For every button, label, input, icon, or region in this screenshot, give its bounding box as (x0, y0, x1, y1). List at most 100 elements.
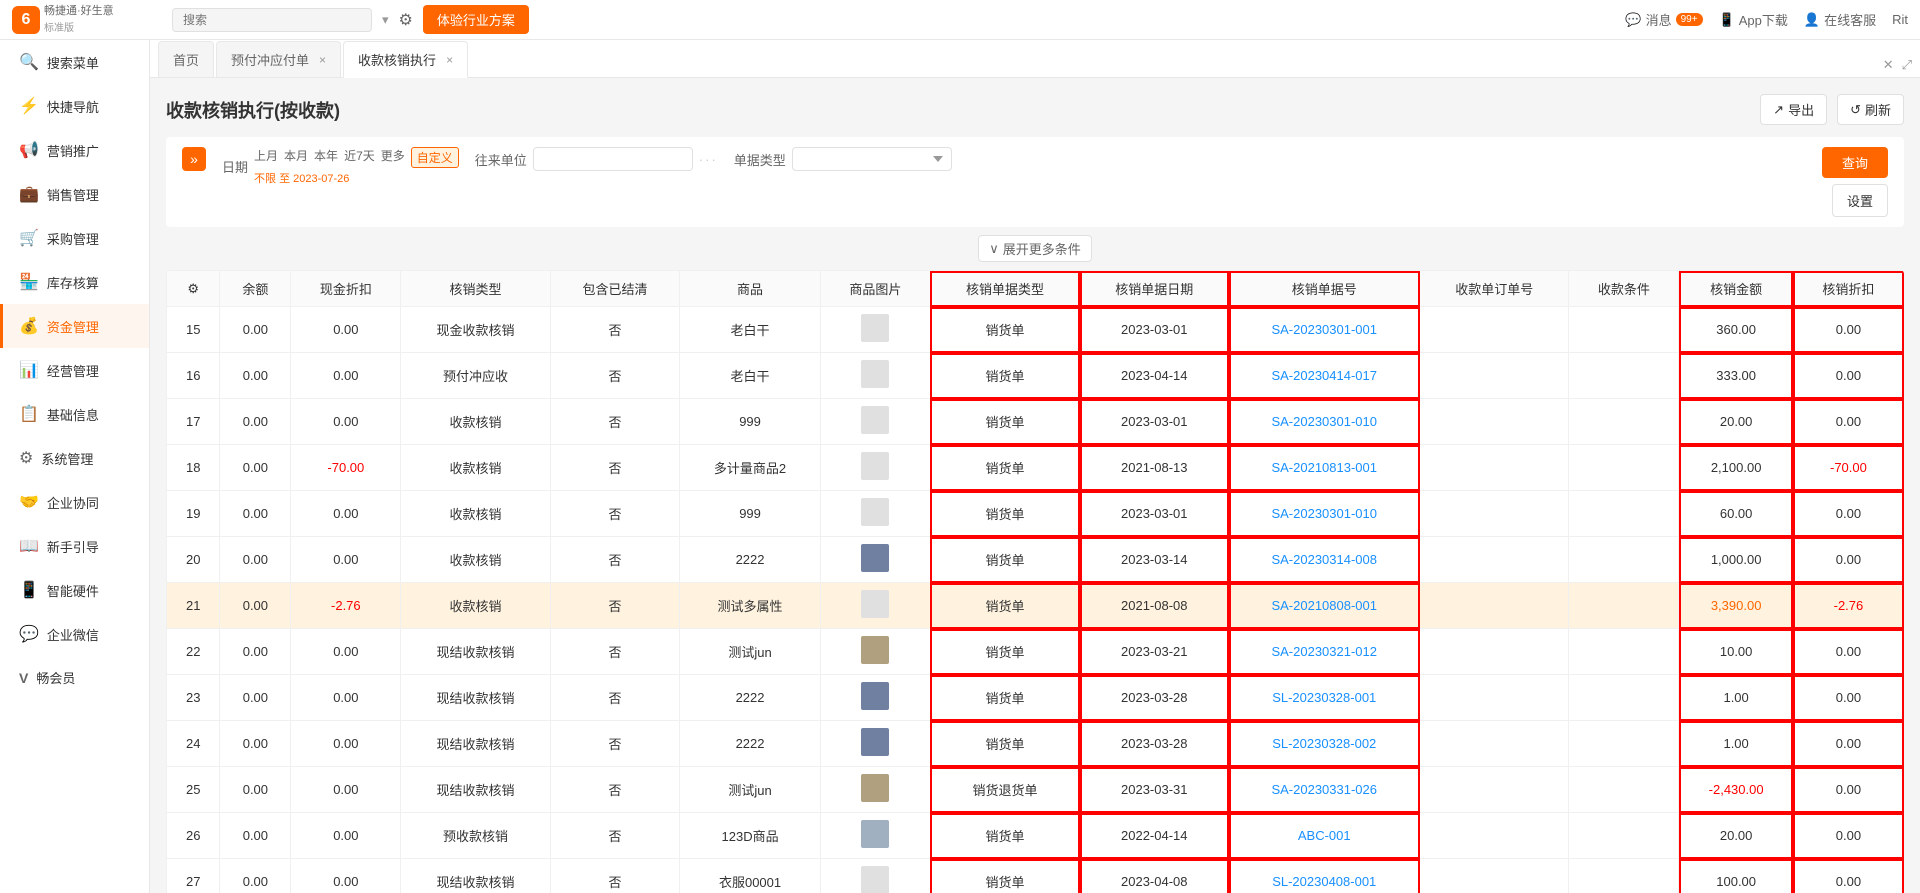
sidebar-label-marketing: 营销推广 (47, 141, 99, 160)
bill-no-link[interactable]: SA-20230414-017 (1271, 368, 1377, 383)
system-icon: ⚙ (19, 448, 33, 468)
sidebar-item-basic[interactable]: 📋 基础信息 (0, 392, 149, 436)
sidebar-item-operation[interactable]: 📊 经营管理 (0, 348, 149, 392)
cell-bill-no[interactable]: SL-20230408-001 (1229, 859, 1420, 893)
sidebar-item-system[interactable]: ⚙ 系统管理 (0, 436, 149, 480)
cell-num: 20 (167, 537, 220, 583)
expand-icon: ∨ (989, 241, 999, 257)
date-7days[interactable]: 近7天 (344, 147, 375, 168)
expand-more-btn[interactable]: ∨ 展开更多条件 (978, 235, 1092, 262)
cell-receipt-order-no (1420, 399, 1569, 445)
cell-bill-no[interactable]: SA-20230414-017 (1229, 353, 1420, 399)
online-service-btn[interactable]: 👤 在线客服 (1804, 10, 1876, 29)
service-icon: 👤 (1804, 12, 1820, 28)
cell-bill-no[interactable]: SA-20230301-001 (1229, 307, 1420, 353)
user-name-btn[interactable]: Rit (1892, 12, 1908, 27)
date-this-month[interactable]: 本月 (284, 147, 308, 168)
col-header-gear[interactable]: ⚙ (167, 271, 220, 307)
table-header-row: ⚙ 余额 现金折扣 核销类型 包含已结清 商品 商品图片 核销单据类型 核销单据… (167, 271, 1904, 307)
sidebar-item-shortcut[interactable]: ⚡ 快捷导航 (0, 84, 149, 128)
cell-receipt-order-no (1420, 859, 1569, 893)
sidebar-item-sales[interactable]: 💼 销售管理 (0, 172, 149, 216)
date-last-month[interactable]: 上月 (254, 147, 278, 168)
cell-bill-date: 2023-04-14 (1080, 353, 1229, 399)
bill-no-link[interactable]: SL-20230328-001 (1272, 690, 1376, 705)
sidebar-item-purchase[interactable]: 🛒 采购管理 (0, 216, 149, 260)
tab-prepay[interactable]: 预付冲应付单 × (216, 41, 341, 77)
bill-no-link[interactable]: SA-20230301-010 (1271, 506, 1377, 521)
cell-bill-no[interactable]: SA-20230331-026 (1229, 767, 1420, 813)
tab-expand-icon[interactable]: ⤢ (1902, 57, 1912, 73)
cell-bill-date: 2023-03-14 (1080, 537, 1229, 583)
cell-bill-no[interactable]: SA-20210813-001 (1229, 445, 1420, 491)
query-btn[interactable]: 查询 (1822, 147, 1888, 178)
cell-goods-img (820, 767, 930, 813)
bill-type-select[interactable] (792, 147, 952, 171)
cell-bill-no[interactable]: SA-20210808-001 (1229, 583, 1420, 629)
sidebar-item-finance[interactable]: 💰 资金管理 (0, 304, 149, 348)
filter-settings-btn[interactable]: 设置 (1832, 184, 1888, 217)
bill-no-link[interactable]: SA-20230301-001 (1271, 322, 1377, 337)
refresh-btn[interactable]: ↺ 刷新 (1837, 94, 1904, 125)
bill-no-link[interactable]: SL-20230408-001 (1272, 874, 1376, 889)
cell-receipt-order-no (1420, 445, 1569, 491)
sidebar-item-hardware[interactable]: 📱 智能硬件 (0, 568, 149, 612)
cell-balance: 0.00 (220, 767, 291, 813)
table-row: 16 0.00 0.00 预付冲应收 否 老白干 销货单 2023-04-14 … (167, 353, 1904, 399)
cell-receipt-order-no (1420, 675, 1569, 721)
cell-bill-no[interactable]: ABC-001 (1229, 813, 1420, 859)
sidebar-item-collab[interactable]: 🤝 企业协同 (0, 480, 149, 524)
date-this-year[interactable]: 本年 (314, 147, 338, 168)
cell-writeoff-discount: 0.00 (1793, 491, 1903, 537)
bill-no-link[interactable]: SA-20230331-026 (1271, 782, 1377, 797)
message-btn[interactable]: 💬 消息 99+ (1625, 10, 1702, 29)
tab-home[interactable]: 首页 (158, 41, 214, 77)
export-btn[interactable]: ↗ 导出 (1760, 94, 1827, 125)
bill-no-link[interactable]: SA-20210808-001 (1271, 598, 1377, 613)
cell-writeoff-discount: -70.00 (1793, 445, 1903, 491)
cell-receipt-condition (1569, 675, 1679, 721)
col-header-receipt-order-no: 收款单订单号 (1420, 271, 1569, 307)
date-custom[interactable]: 自定义 (411, 147, 459, 168)
from-unit-label: 往来单位 (475, 150, 527, 169)
sidebar-item-guide[interactable]: 📖 新手引导 (0, 524, 149, 568)
bill-no-link[interactable]: ABC-001 (1298, 828, 1351, 843)
cell-bill-date: 2023-03-28 (1080, 721, 1229, 767)
bill-no-link[interactable]: SA-20230314-008 (1271, 552, 1377, 567)
cell-bill-no[interactable]: SA-20230301-010 (1229, 491, 1420, 537)
cell-receipt-order-no (1420, 491, 1569, 537)
bill-no-link[interactable]: SL-20230328-002 (1272, 736, 1376, 751)
cell-bill-no[interactable]: SA-20230301-010 (1229, 399, 1420, 445)
sidebar-label-guide: 新手引导 (47, 537, 99, 556)
tab-prepay-close[interactable]: × (319, 53, 326, 67)
sidebar-item-marketing[interactable]: 📢 营销推广 (0, 128, 149, 172)
cell-bill-no[interactable]: SA-20230321-012 (1229, 629, 1420, 675)
bill-no-link[interactable]: SA-20210813-001 (1271, 460, 1377, 475)
col-header-writeoff-amount: 核销金额 (1679, 271, 1793, 307)
cell-writeoff-discount: 0.00 (1793, 859, 1903, 893)
app-download-btn[interactable]: 📱 App下载 (1719, 10, 1788, 29)
table-row: 20 0.00 0.00 收款核销 否 2222 销货单 2023-03-14 … (167, 537, 1904, 583)
bill-no-link[interactable]: SA-20230301-010 (1271, 414, 1377, 429)
cell-writeoff-discount: 0.00 (1793, 813, 1903, 859)
cell-bill-no[interactable]: SL-20230328-002 (1229, 721, 1420, 767)
cell-receipt-condition (1569, 353, 1679, 399)
bill-no-link[interactable]: SA-20230321-012 (1271, 644, 1377, 659)
industry-btn[interactable]: 体验行业方案 (423, 5, 529, 34)
tab-close-all-icon[interactable]: ✕ (1883, 57, 1894, 73)
sidebar-item-wechat[interactable]: 💬 企业微信 (0, 612, 149, 656)
sidebar-item-inventory[interactable]: 🏪 库存核算 (0, 260, 149, 304)
dropdown-arrow[interactable]: ▾ (382, 12, 389, 28)
cell-bill-no[interactable]: SA-20230314-008 (1229, 537, 1420, 583)
sidebar-item-search[interactable]: 🔍 搜索菜单 (0, 40, 149, 84)
tab-receipt-writeoff[interactable]: 收款核销执行 × (343, 41, 468, 78)
sidebar-item-vip[interactable]: V 畅会员 (0, 656, 149, 699)
cell-bill-no[interactable]: SL-20230328-001 (1229, 675, 1420, 721)
tab-receipt-close[interactable]: × (446, 53, 453, 67)
search-input[interactable] (172, 8, 372, 32)
filter-toggle-btn[interactable]: » (182, 147, 206, 171)
from-unit-input[interactable] (533, 147, 693, 171)
gear-settings-button[interactable]: ⚙ (399, 10, 413, 30)
date-more[interactable]: 更多 (381, 147, 405, 168)
sidebar-label-sales: 销售管理 (47, 185, 99, 204)
